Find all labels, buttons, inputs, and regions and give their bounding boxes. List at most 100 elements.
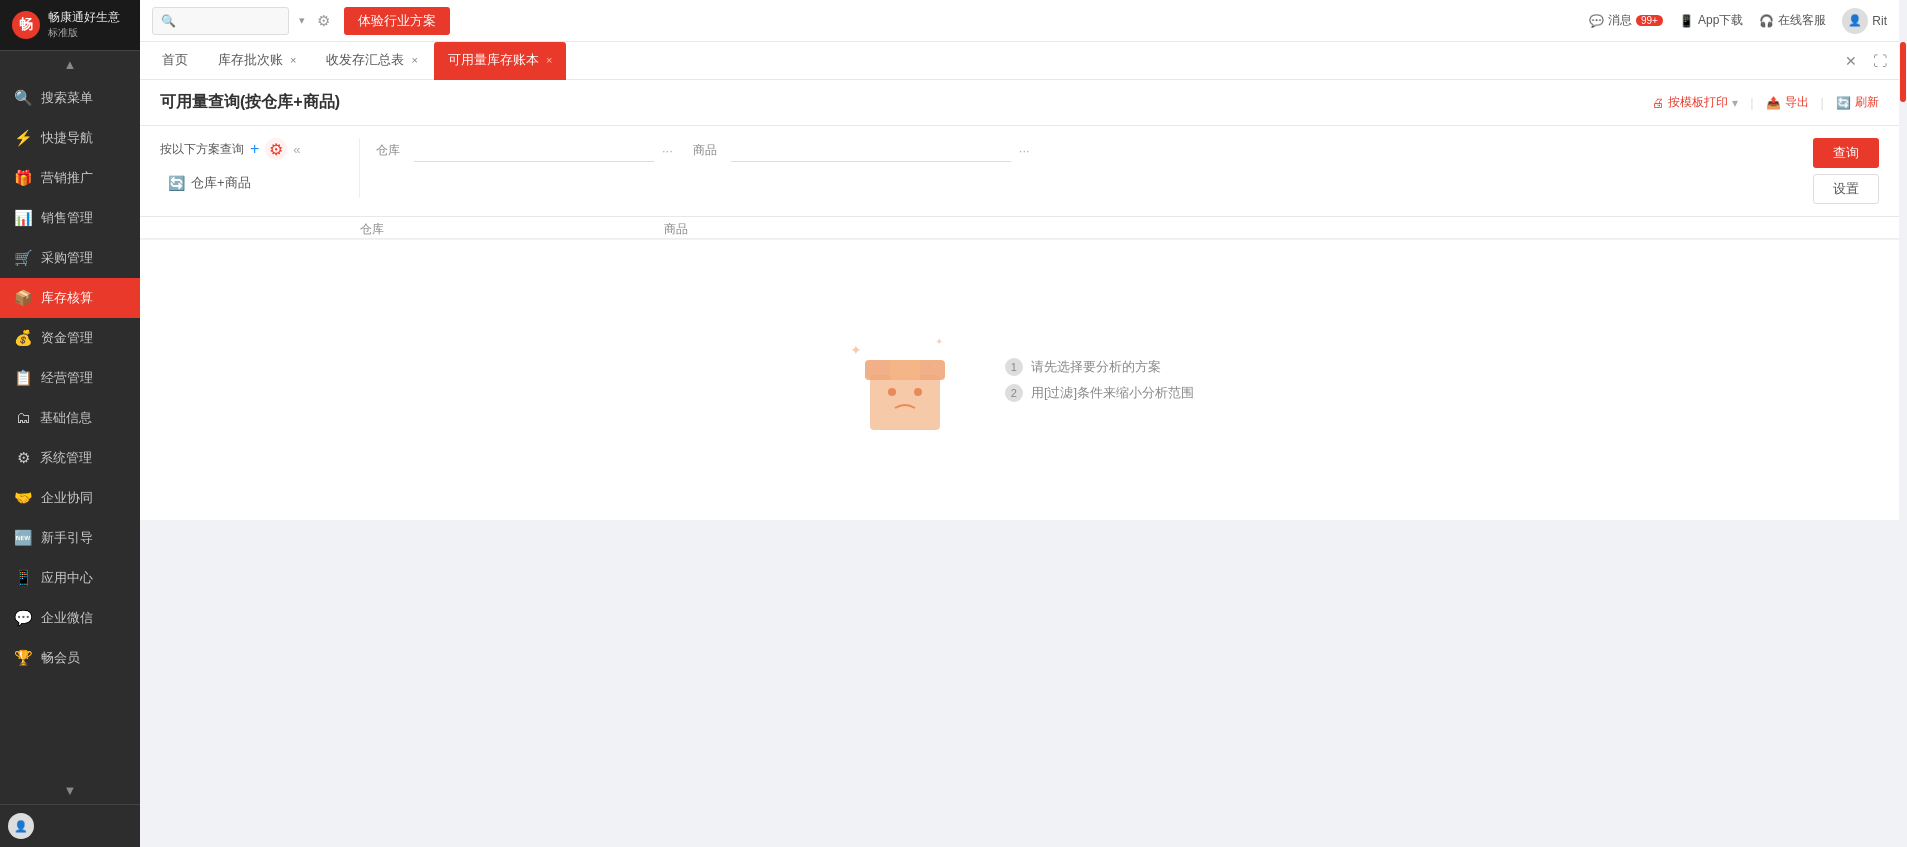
- online-service-item[interactable]: 🎧 在线客服: [1759, 12, 1826, 29]
- filter-warehouse-label: 仓库: [376, 142, 406, 159]
- topbar-right: 💬 消息 99+ 📱 App下载 🎧 在线客服 👤 Rit: [1589, 8, 1887, 34]
- trial-btn[interactable]: 体验行业方案: [344, 7, 450, 35]
- refresh-label: 刷新: [1855, 94, 1879, 111]
- svg-point-3: [888, 388, 896, 396]
- query-btn[interactable]: 查询: [1813, 138, 1879, 168]
- tab-batch-account-close[interactable]: ×: [290, 54, 296, 66]
- filter-product-field: 商品 ···: [693, 138, 1030, 162]
- svg-text:✦: ✦: [925, 363, 932, 372]
- tab-available-ledger[interactable]: 可用量库存账本 ×: [434, 42, 566, 80]
- tab-available-ledger-close[interactable]: ×: [546, 54, 552, 66]
- message-icon: 💬: [1589, 14, 1604, 28]
- filter-product-label: 商品: [693, 142, 723, 159]
- sidebar-scroll-down[interactable]: ▼: [0, 777, 140, 804]
- sidebar-item-label: 销售管理: [41, 209, 93, 227]
- svg-rect-2: [890, 360, 920, 380]
- scheme-item-warehouse-product[interactable]: 🔄 仓库+商品: [160, 168, 343, 198]
- sidebar-item-label: 新手引导: [41, 529, 93, 547]
- content-area: 可用量查询(按仓库+商品) 🖨 按模板打印 ▾ | 📤 导出 | 🔄 刷新: [140, 80, 1899, 847]
- topbar: 🔍 ▾ ⚙ 体验行业方案 💬 消息 99+ 📱 App下载 🎧 在线客服 👤 R: [140, 0, 1899, 42]
- main-area: 🔍 ▾ ⚙ 体验行业方案 💬 消息 99+ 📱 App下载 🎧 在线客服 👤 R: [140, 0, 1899, 847]
- search-icon: 🔍: [14, 89, 33, 107]
- print-btn[interactable]: 🖨 按模板打印 ▾: [1652, 94, 1738, 111]
- export-icon: 📤: [1766, 96, 1781, 110]
- filter-collapse-btn[interactable]: «: [293, 142, 300, 157]
- search-chevron-icon[interactable]: ▾: [299, 14, 305, 27]
- page-title: 可用量查询(按仓库+商品): [160, 92, 340, 113]
- filter-scheme-header: 按以下方案查询 + ⚙ «: [160, 138, 343, 160]
- operations-icon: 📋: [14, 369, 33, 387]
- sidebar-item-marketing[interactable]: 🎁 营销推广: [0, 158, 140, 198]
- sidebar-item-search[interactable]: 🔍 搜索菜单: [0, 78, 140, 118]
- tab-collect-account[interactable]: 收发存汇总表 ×: [312, 42, 431, 80]
- filter-action-buttons: 查询 设置: [1813, 138, 1879, 204]
- message-item[interactable]: 💬 消息 99+: [1589, 12, 1663, 29]
- sidebar-item-operations[interactable]: 📋 经营管理: [0, 358, 140, 398]
- product-field-label: 商品: [664, 221, 688, 238]
- print-label: 按模板打印: [1668, 94, 1728, 111]
- tip-text-2: 用[过滤]条件来缩小分析范围: [1031, 384, 1194, 402]
- sidebar-item-newbie[interactable]: 🆕 新手引导: [0, 518, 140, 558]
- topbar-search-box[interactable]: 🔍: [152, 7, 289, 35]
- message-badge: 99+: [1636, 15, 1663, 26]
- tip-text-1: 请先选择要分析的方案: [1031, 358, 1161, 376]
- sidebar-menu: 🔍 搜索菜单 ⚡ 快捷导航 🎁 营销推广 📊 销售管理 🛒 采购管理 📦 库存核…: [0, 78, 140, 777]
- sidebar-item-member[interactable]: 🏆 畅会员: [0, 638, 140, 678]
- sidebar-item-label: 搜索菜单: [41, 89, 93, 107]
- filter-product-input[interactable]: [731, 138, 1011, 162]
- sidebar-item-enterprise-wx[interactable]: 💬 企业微信: [0, 598, 140, 638]
- filter-setting-btn[interactable]: ⚙: [265, 138, 287, 160]
- tab-batch-account[interactable]: 库存批次账 ×: [204, 42, 310, 80]
- finance-icon: 💰: [14, 329, 33, 347]
- sidebar-item-base-info[interactable]: 🗂 基础信息: [0, 398, 140, 438]
- empty-illustration-svg: ✦ ✦ ✦: [845, 320, 965, 440]
- right-scrollbar[interactable]: [1899, 0, 1907, 847]
- filter-warehouse-more-icon[interactable]: ···: [662, 143, 673, 158]
- app-center-icon: 📱: [14, 569, 33, 587]
- sidebar-item-finance[interactable]: 💰 资金管理: [0, 318, 140, 358]
- filter-labels-row: 仓库 商品: [140, 217, 1899, 239]
- search-icon: 🔍: [161, 14, 176, 28]
- tab-batch-account-label: 库存批次账: [218, 51, 283, 69]
- refresh-btn[interactable]: 🔄 刷新: [1836, 94, 1879, 111]
- tab-expand-icon[interactable]: ⛶: [1869, 51, 1891, 71]
- sidebar-item-system[interactable]: ⚙ 系统管理: [0, 438, 140, 478]
- filter-warehouse-input[interactable]: [414, 138, 654, 162]
- svg-rect-0: [870, 375, 940, 430]
- filter-product-row: 商品 ···: [693, 138, 1030, 162]
- sidebar-item-purchase[interactable]: 🛒 采购管理: [0, 238, 140, 278]
- export-btn[interactable]: 📤 导出: [1766, 94, 1809, 111]
- filter-add-btn[interactable]: +: [250, 140, 259, 158]
- sidebar-item-quick-nav[interactable]: ⚡ 快捷导航: [0, 118, 140, 158]
- sidebar-scroll-up[interactable]: ▲: [0, 51, 140, 78]
- print-chevron-icon: ▾: [1732, 96, 1738, 110]
- inventory-icon: 📦: [14, 289, 33, 307]
- empty-tip-2: 2 用[过滤]条件来缩小分析范围: [1005, 384, 1194, 402]
- export-label: 导出: [1785, 94, 1809, 111]
- scheme-icon: 🔄: [168, 175, 185, 191]
- sidebar-item-label: 应用中心: [41, 569, 93, 587]
- filter-product-more-icon[interactable]: ···: [1019, 143, 1030, 158]
- empty-illustration: ✦ ✦ ✦: [845, 320, 965, 440]
- sidebar-item-label: 资金管理: [41, 329, 93, 347]
- filter-section: 按以下方案查询 + ⚙ « 🔄 仓库+商品 仓库 ···: [140, 126, 1899, 217]
- scheme-label: 仓库+商品: [191, 174, 251, 192]
- app-download-icon: 📱: [1679, 14, 1694, 28]
- app-download-item[interactable]: 📱 App下载: [1679, 12, 1743, 29]
- user-avatar: 👤: [1842, 8, 1868, 34]
- sidebar-user[interactable]: 👤: [0, 804, 140, 847]
- filter-scheme-panel: 按以下方案查询 + ⚙ « 🔄 仓库+商品: [160, 138, 360, 198]
- tab-close-all-icon[interactable]: ✕: [1841, 51, 1861, 71]
- sidebar-item-sales[interactable]: 📊 销售管理: [0, 198, 140, 238]
- topbar-gear-icon[interactable]: ⚙: [317, 12, 330, 30]
- tab-home[interactable]: 首页: [148, 42, 202, 80]
- user-profile[interactable]: 👤 Rit: [1842, 8, 1887, 34]
- search-input[interactable]: [180, 14, 280, 28]
- empty-tips: 1 请先选择要分析的方案 2 用[过滤]条件来缩小分析范围: [1005, 358, 1194, 402]
- sidebar-item-enterprise[interactable]: 🤝 企业协同: [0, 478, 140, 518]
- sidebar-item-app-center[interactable]: 📱 应用中心: [0, 558, 140, 598]
- enterprise-icon: 🤝: [14, 489, 33, 507]
- sidebar-item-inventory[interactable]: 📦 库存核算: [0, 278, 140, 318]
- tab-collect-account-close[interactable]: ×: [411, 54, 417, 66]
- settings-btn[interactable]: 设置: [1813, 174, 1879, 204]
